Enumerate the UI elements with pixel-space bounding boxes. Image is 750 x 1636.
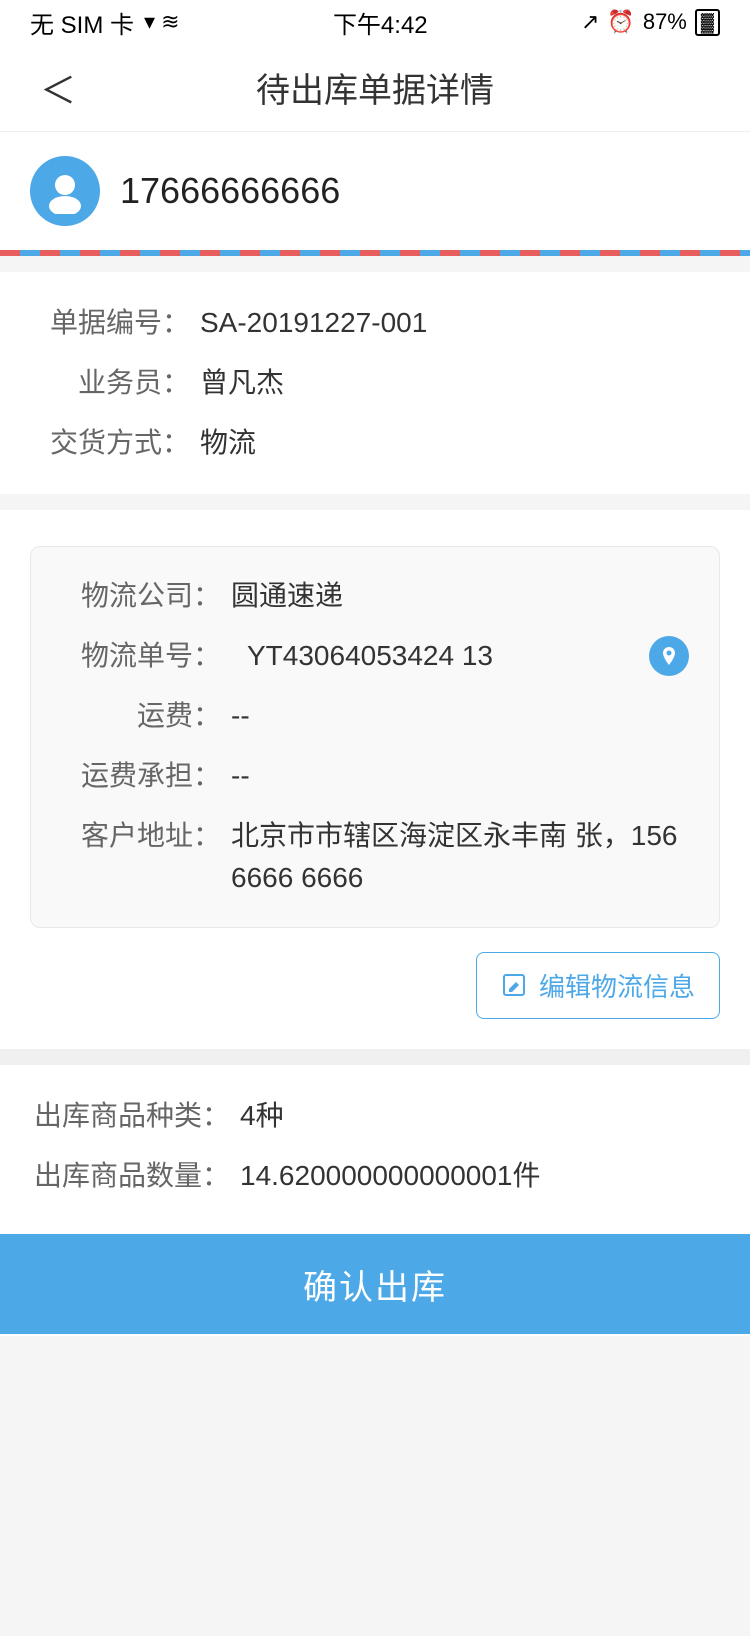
basic-info-section: 单据编号： SA-20191227-001 业务员： 曾凡杰 交货方式： 物流 [0, 272, 750, 494]
avatar [30, 156, 100, 226]
tracking-row: 物流单号： YT43064053424 13 [61, 635, 689, 677]
logistics-section: 物流公司： 圆通速递 物流单号： YT43064053424 13 运费： --… [0, 510, 750, 1049]
logistics-company-value: 圆通速递 [231, 575, 689, 617]
goods-type-row: 出库商品种类： 4种 [30, 1095, 720, 1137]
location-status-icon: ↗ [581, 9, 599, 35]
logistics-company-row: 物流公司： 圆通速递 [61, 575, 689, 617]
user-avatar-icon [42, 168, 88, 214]
empty-area [0, 1336, 750, 1536]
address-label: 客户地址： [61, 815, 221, 857]
delivery-method-label: 交货方式： [30, 422, 190, 464]
section-separator [0, 1049, 750, 1065]
delivery-method-row: 交货方式： 物流 [30, 422, 720, 464]
freight-bear-row: 运费承担： -- [61, 755, 689, 797]
goods-quantity-row: 出库商品数量： 14.620000000000001件 [30, 1155, 720, 1197]
goods-type-label: 出库商品种类： [30, 1095, 230, 1137]
location-icon[interactable] [649, 636, 689, 676]
goods-quantity-value: 14.620000000000001件 [240, 1155, 720, 1197]
back-button[interactable]: ＜ [30, 52, 86, 124]
time-label: 下午4:42 [333, 5, 428, 40]
salesperson-value: 曾凡杰 [200, 362, 720, 404]
edit-btn-container: 编辑物流信息 [30, 928, 720, 1019]
status-bar: 无 SIM 卡 ▾ ≋ 下午4:42 ↗ ⏰ 87% ▓ [0, 0, 750, 44]
freight-bear-label: 运费承担： [61, 755, 221, 797]
delivery-method-value: 物流 [200, 422, 720, 464]
user-header: 17666666666 [0, 132, 750, 250]
edit-icon [501, 972, 529, 1000]
address-row: 客户地址： 北京市市辖区海淀区永丰南 张，156 6666 6666 [61, 815, 689, 899]
freight-value: -- [231, 695, 689, 737]
carrier-label: 无 SIM 卡 [30, 5, 134, 40]
edit-logistics-label: 编辑物流信息 [539, 967, 695, 1004]
confirm-outbound-button[interactable]: 确认出库 [0, 1234, 750, 1334]
tracking-label: 物流单号： [61, 635, 221, 677]
battery-label: 87% [643, 9, 687, 35]
dashed-divider [0, 250, 750, 256]
logistics-company-label: 物流公司： [61, 575, 221, 617]
logistics-card: 物流公司： 圆通速递 物流单号： YT43064053424 13 运费： --… [30, 546, 720, 928]
alarm-icon: ⏰ [607, 9, 634, 35]
salesperson-label: 业务员： [30, 362, 190, 404]
freight-label: 运费： [61, 695, 221, 737]
page-title: 待出库单据详情 [256, 63, 494, 112]
map-pin-icon [658, 645, 680, 667]
status-right: ↗ ⏰ 87% ▓ [581, 9, 720, 36]
salesperson-row: 业务员： 曾凡杰 [30, 362, 720, 404]
user-phone: 17666666666 [120, 170, 340, 212]
doc-number-label: 单据编号： [30, 302, 190, 344]
tracking-value: YT43064053424 13 [247, 635, 633, 677]
goods-type-value: 4种 [240, 1095, 720, 1137]
freight-bear-value: -- [231, 755, 689, 797]
address-value: 北京市市辖区海淀区永丰南 张，156 6666 6666 [231, 815, 689, 899]
status-left: 无 SIM 卡 ▾ ≋ [30, 5, 180, 40]
edit-logistics-button[interactable]: 编辑物流信息 [476, 952, 720, 1019]
nav-bar: ＜ 待出库单据详情 [0, 44, 750, 132]
doc-number-row: 单据编号： SA-20191227-001 [30, 302, 720, 344]
battery-icon: ▓ [695, 9, 720, 36]
freight-row: 运费： -- [61, 695, 689, 737]
goods-quantity-label: 出库商品数量： [30, 1155, 230, 1197]
wifi-icon: ▾ ≋ [144, 9, 180, 35]
doc-number-value: SA-20191227-001 [200, 302, 720, 344]
